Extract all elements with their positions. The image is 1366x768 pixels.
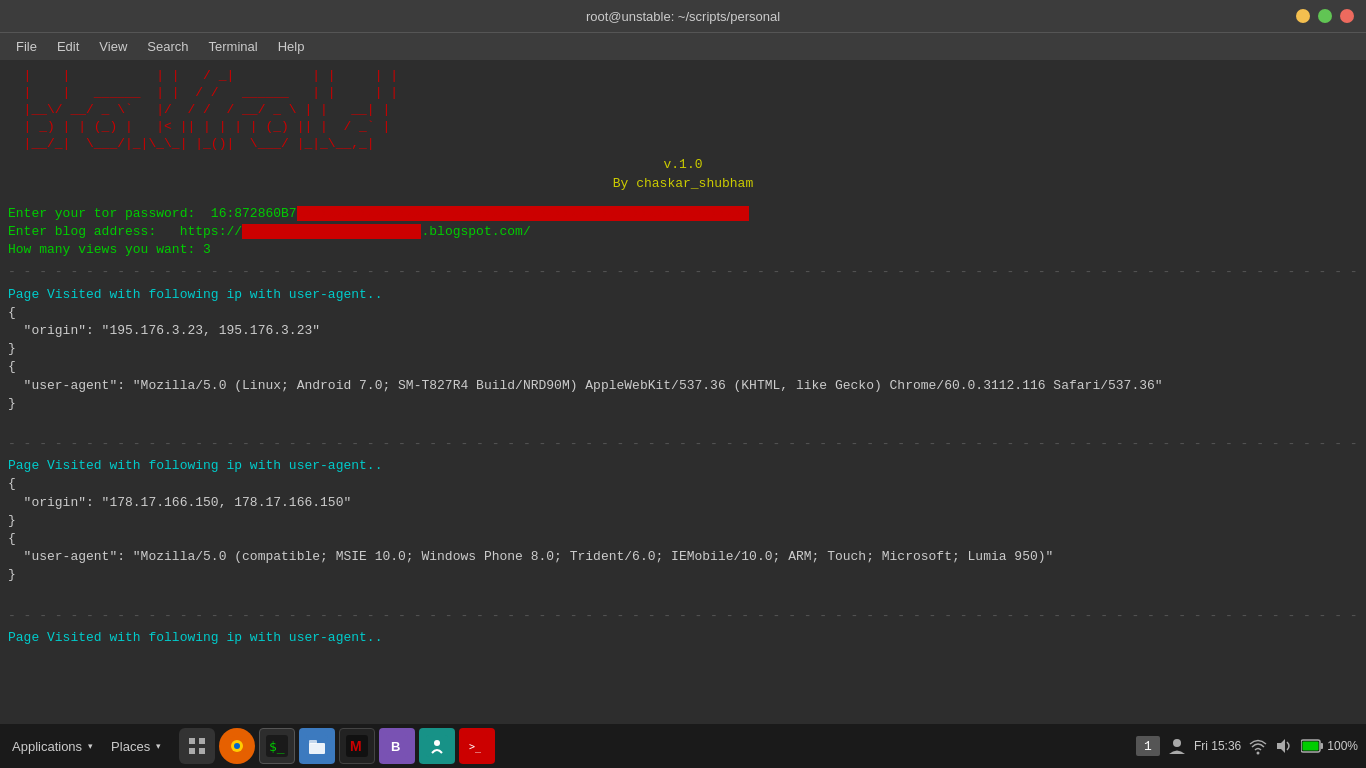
menu-edit[interactable]: Edit bbox=[49, 37, 87, 56]
battery-status: 100% bbox=[1301, 739, 1358, 753]
terminal-icon[interactable]: $_ bbox=[259, 728, 295, 764]
svg-text:M: M bbox=[350, 738, 362, 754]
applications-menu[interactable]: Applications ▾ bbox=[4, 735, 101, 758]
firefox-icon[interactable] bbox=[219, 728, 255, 764]
menu-search[interactable]: Search bbox=[139, 37, 196, 56]
taskbar: Applications ▾ Places ▾ bbox=[0, 724, 1366, 768]
visit-1-origin: "origin": "195.176.3.23, 195.176.3.23" bbox=[8, 322, 1358, 340]
blog-address-line: Enter blog address: https://XXXXXXXXXXXX… bbox=[8, 223, 1358, 241]
svg-rect-10 bbox=[309, 743, 325, 754]
visit-2-ua-close: } bbox=[8, 566, 1358, 584]
svg-point-21 bbox=[1257, 752, 1260, 755]
blank-1 bbox=[8, 413, 1358, 431]
menu-file[interactable]: File bbox=[8, 37, 45, 56]
svg-point-17 bbox=[434, 740, 440, 746]
minimize-button[interactable] bbox=[1296, 9, 1310, 23]
taskbar-right: 1 Fri 15:36 bbox=[1136, 736, 1358, 756]
separator-1: - - - - - - - - - - - - - - - - - - - - … bbox=[8, 263, 1358, 281]
visit-2-json-open: { bbox=[8, 475, 1358, 493]
separator-3: - - - - - - - - - - - - - - - - - - - - … bbox=[8, 607, 1358, 625]
svg-point-6 bbox=[234, 743, 240, 749]
visit-1-json-open: { bbox=[8, 304, 1358, 322]
window-title: root@unstable: ~/scripts/personal bbox=[586, 9, 780, 24]
menu-terminal[interactable]: Terminal bbox=[201, 37, 266, 56]
svg-text:B: B bbox=[391, 739, 400, 754]
visit-2-ua-open: { bbox=[8, 530, 1358, 548]
taskbar-apps: $_ M B bbox=[179, 728, 495, 764]
bootstrap-icon[interactable]: B bbox=[379, 728, 415, 764]
title-bar: root@unstable: ~/scripts/personal bbox=[0, 0, 1366, 32]
by-line: By chaskar_shubham bbox=[8, 175, 1358, 193]
svg-rect-25 bbox=[1303, 742, 1319, 751]
visit-1-json-close: } bbox=[8, 340, 1358, 358]
visit-2-ua: "user-agent": "Mozilla/5.0 (compatible; … bbox=[8, 548, 1358, 566]
files-icon[interactable] bbox=[299, 728, 335, 764]
visit-1-ua-close: } bbox=[8, 395, 1358, 413]
terminal-content: | | | | / _| | | | | | | ______ | | / / … bbox=[0, 60, 1366, 724]
svg-rect-2 bbox=[189, 748, 195, 754]
maximize-button[interactable] bbox=[1318, 9, 1332, 23]
svg-rect-11 bbox=[309, 740, 317, 744]
close-button[interactable] bbox=[1340, 9, 1354, 23]
svg-rect-0 bbox=[189, 738, 195, 744]
wifi-icon[interactable] bbox=[1249, 737, 1267, 755]
menu-view[interactable]: View bbox=[91, 37, 135, 56]
svg-marker-22 bbox=[1277, 739, 1285, 753]
views-line: How many views you want: 3 bbox=[8, 241, 1358, 259]
visit-1-ua-open: { bbox=[8, 358, 1358, 376]
separator-2: - - - - - - - - - - - - - - - - - - - - … bbox=[8, 435, 1358, 453]
tor-password-redacted: XXXXXXXXXXXXXXXXXXXXXXXXXXXXXXXXXXXXXXXX… bbox=[297, 206, 749, 221]
svg-point-20 bbox=[1173, 739, 1181, 747]
svg-rect-24 bbox=[1321, 743, 1324, 749]
battery-percentage: 100% bbox=[1327, 739, 1358, 753]
places-label: Places bbox=[111, 739, 150, 754]
workspace-indicator[interactable]: 1 bbox=[1136, 736, 1160, 756]
svg-rect-3 bbox=[199, 748, 205, 754]
terminal2-icon[interactable]: >_ bbox=[459, 728, 495, 764]
places-chevron-icon: ▾ bbox=[156, 741, 161, 751]
volume-icon[interactable] bbox=[1275, 737, 1293, 755]
applications-label: Applications bbox=[12, 739, 82, 754]
menu-help[interactable]: Help bbox=[270, 37, 313, 56]
visit-header-2: Page Visited with following ip with user… bbox=[8, 457, 1358, 475]
window-controls bbox=[1296, 9, 1354, 23]
gitkraken-icon[interactable] bbox=[419, 728, 455, 764]
applications-chevron-icon: ▾ bbox=[88, 741, 93, 751]
clock: Fri 15:36 bbox=[1194, 739, 1241, 753]
places-menu[interactable]: Places ▾ bbox=[103, 735, 169, 758]
tor-password-line: Enter your tor password: 16:872860B7XXXX… bbox=[8, 205, 1358, 223]
svg-rect-1 bbox=[199, 738, 205, 744]
menu-bar: File Edit View Search Terminal Help bbox=[0, 32, 1366, 60]
visit-header-1: Page Visited with following ip with user… bbox=[8, 286, 1358, 304]
markdown-editor-icon[interactable]: M bbox=[339, 728, 375, 764]
datetime-display: Fri 15:36 bbox=[1194, 739, 1241, 753]
visit-header-3: Page Visited with following ip with user… bbox=[8, 629, 1358, 647]
visit-2-origin: "origin": "178.17.166.150, 178.17.166.15… bbox=[8, 494, 1358, 512]
svg-text:$_: $_ bbox=[269, 739, 285, 754]
blog-address-redacted: XXXXXXXXXXXXXXXXXXXXXXX bbox=[242, 224, 421, 239]
ascii-art: | | | | / _| | | | | | | ______ | | / / … bbox=[8, 68, 1358, 152]
blank-2 bbox=[8, 585, 1358, 603]
taskbar-left: Applications ▾ Places ▾ bbox=[4, 735, 169, 758]
svg-text:>_: >_ bbox=[469, 741, 482, 753]
apps-grid-icon[interactable] bbox=[179, 728, 215, 764]
visit-1-ua: "user-agent": "Mozilla/5.0 (Linux; Andro… bbox=[8, 377, 1358, 395]
visit-2-json-close: } bbox=[8, 512, 1358, 530]
user-icon[interactable] bbox=[1168, 737, 1186, 755]
version-line: v.1.0 bbox=[8, 156, 1358, 174]
